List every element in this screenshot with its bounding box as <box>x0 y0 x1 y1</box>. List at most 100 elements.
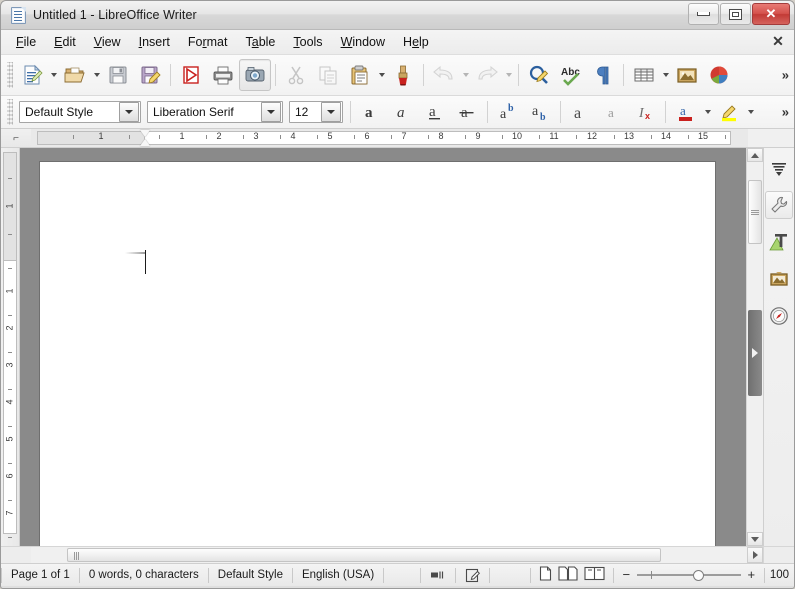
maximize-button[interactable] <box>720 3 751 25</box>
insert-table-dropdown[interactable] <box>660 60 671 90</box>
ruler-tick: 7 <box>4 510 15 516</box>
single-page-view-button[interactable] <box>539 566 552 584</box>
tab-stop-icon[interactable]: ⌐ <box>1 129 31 147</box>
zoom-slider[interactable]: − + <box>614 568 764 581</box>
sidebar-styles-button[interactable] <box>765 228 793 256</box>
status-page-style[interactable]: Default Style <box>209 567 292 583</box>
indent-markers[interactable] <box>139 129 151 147</box>
menu-bar: File Edit View Insert Format Table Tools… <box>1 30 794 55</box>
open-button[interactable] <box>59 59 91 91</box>
menu-item-view[interactable]: View <box>85 32 130 52</box>
menu-item-table[interactable]: Table <box>236 32 284 52</box>
formatting-marks-button[interactable] <box>587 59 619 91</box>
minimize-button[interactable] <box>688 3 719 25</box>
menu-item-edit[interactable]: Edit <box>45 32 85 52</box>
font-color-dropdown[interactable] <box>702 97 713 127</box>
horizontal-scrollbar[interactable] <box>31 547 747 563</box>
document-canvas[interactable] <box>20 148 746 546</box>
vertical-scrollbar-thumb[interactable] <box>748 180 762 244</box>
paste-button[interactable] <box>344 59 376 91</box>
new-document-button[interactable] <box>16 59 48 91</box>
print-button[interactable] <box>207 59 239 91</box>
sidebar-gallery-button[interactable] <box>765 265 793 293</box>
strikethrough-button[interactable]: a <box>451 96 483 128</box>
formatting-toolbar-overflow-button[interactable]: » <box>782 105 789 120</box>
sidebar-properties-button[interactable] <box>765 191 793 219</box>
formatting-toolbar-grip[interactable] <box>7 99 13 125</box>
find-replace-button[interactable] <box>523 59 555 91</box>
insert-table-button[interactable] <box>628 59 660 91</box>
highlighting-button[interactable] <box>713 96 745 128</box>
window-controls: ✕ <box>687 3 790 25</box>
underline-button[interactable]: a <box>419 96 451 128</box>
edit-mode-button[interactable] <box>134 59 166 91</box>
insert-chart-button[interactable] <box>703 59 735 91</box>
selection-mode-icon[interactable] <box>421 567 455 583</box>
menu-item-window[interactable]: Window <box>332 32 394 52</box>
chevron-down-icon[interactable] <box>321 102 341 122</box>
copy-button[interactable] <box>312 59 344 91</box>
zoom-slider-knob[interactable] <box>692 570 704 581</box>
standard-toolbar-overflow-button[interactable]: » <box>782 68 789 83</box>
vertical-scrollbar[interactable] <box>746 148 763 546</box>
clear-formatting-button[interactable]: Ix <box>629 96 661 128</box>
horizontal-scrollbar-thumb[interactable] <box>67 548 661 562</box>
status-page-info[interactable]: Page 1 of 1 <box>2 567 79 583</box>
horizontal-ruler[interactable]: ⌐ 1 1 2 3 4 5 6 7 8 9 10 11 12 13 14 15 <box>1 129 794 148</box>
print-preview-button[interactable] <box>239 59 271 91</box>
menu-item-insert[interactable]: Insert <box>130 32 179 52</box>
highlighting-dropdown[interactable] <box>745 97 756 127</box>
open-dropdown[interactable] <box>91 60 102 90</box>
paste-dropdown[interactable] <box>376 60 387 90</box>
clone-formatting-button[interactable] <box>387 59 419 91</box>
status-word-count[interactable]: 0 words, 0 characters <box>80 567 208 583</box>
chevron-down-icon[interactable] <box>261 102 281 122</box>
scroll-down-button[interactable] <box>747 532 763 546</box>
horizontal-ruler-strip[interactable]: 1 1 2 3 4 5 6 7 8 9 10 11 12 13 14 15 <box>31 129 748 147</box>
vertical-ruler[interactable]: 1 1 2 3 4 5 6 7 <box>1 148 20 546</box>
decrease-font-button[interactable]: a <box>597 96 629 128</box>
sidebar-show-hide-handle[interactable] <box>748 310 762 396</box>
zoom-in-button[interactable]: + <box>745 568 758 581</box>
close-button[interactable]: ✕ <box>752 3 790 25</box>
cut-button[interactable] <box>280 59 312 91</box>
document-modified-icon[interactable] <box>456 567 489 583</box>
spelling-button[interactable]: Abc <box>555 59 587 91</box>
subscript-button[interactable]: ab <box>524 96 556 128</box>
redo-dropdown[interactable] <box>503 60 514 90</box>
font-name-combo[interactable]: Liberation Serif <box>147 101 283 123</box>
italic-button[interactable]: a <box>387 96 419 128</box>
zoom-level-value[interactable]: 100 <box>765 569 794 581</box>
menu-item-tools[interactable]: Tools <box>284 32 331 52</box>
zoom-out-button[interactable]: − <box>620 568 633 581</box>
superscript-button[interactable]: ab <box>492 96 524 128</box>
sidebar-settings-button[interactable] <box>765 154 793 182</box>
paragraph-style-combo[interactable]: Default Style <box>19 101 141 123</box>
bold-button[interactable]: a <box>355 96 387 128</box>
document-page[interactable] <box>40 162 715 546</box>
font-color-button[interactable]: a <box>670 96 702 128</box>
insert-image-button[interactable] <box>671 59 703 91</box>
increase-font-button[interactable]: a <box>565 96 597 128</box>
save-button[interactable] <box>102 59 134 91</box>
status-language[interactable]: English (USA) <box>293 567 383 583</box>
undo-button[interactable] <box>428 59 460 91</box>
sidebar-navigator-button[interactable] <box>765 302 793 330</box>
undo-dropdown[interactable] <box>460 60 471 90</box>
menu-item-format[interactable]: Format <box>179 32 237 52</box>
menu-item-file[interactable]: File <box>7 32 45 52</box>
ruler-tick: 5 <box>327 131 333 141</box>
scroll-right-button[interactable] <box>747 547 763 563</box>
new-document-dropdown[interactable] <box>48 60 59 90</box>
export-pdf-button[interactable] <box>175 59 207 91</box>
menu-item-help[interactable]: Help <box>394 32 438 52</box>
redo-button[interactable] <box>471 59 503 91</box>
multi-page-view-button[interactable] <box>558 566 578 584</box>
chevron-down-icon[interactable] <box>119 102 139 122</box>
book-view-button[interactable] <box>584 566 605 584</box>
font-size-combo[interactable]: 12 <box>289 101 343 123</box>
zoom-slider-track[interactable] <box>636 570 741 581</box>
close-document-button[interactable]: ✕ <box>770 34 786 50</box>
toolbar-grip[interactable] <box>7 62 13 88</box>
scroll-up-button[interactable] <box>747 148 763 162</box>
